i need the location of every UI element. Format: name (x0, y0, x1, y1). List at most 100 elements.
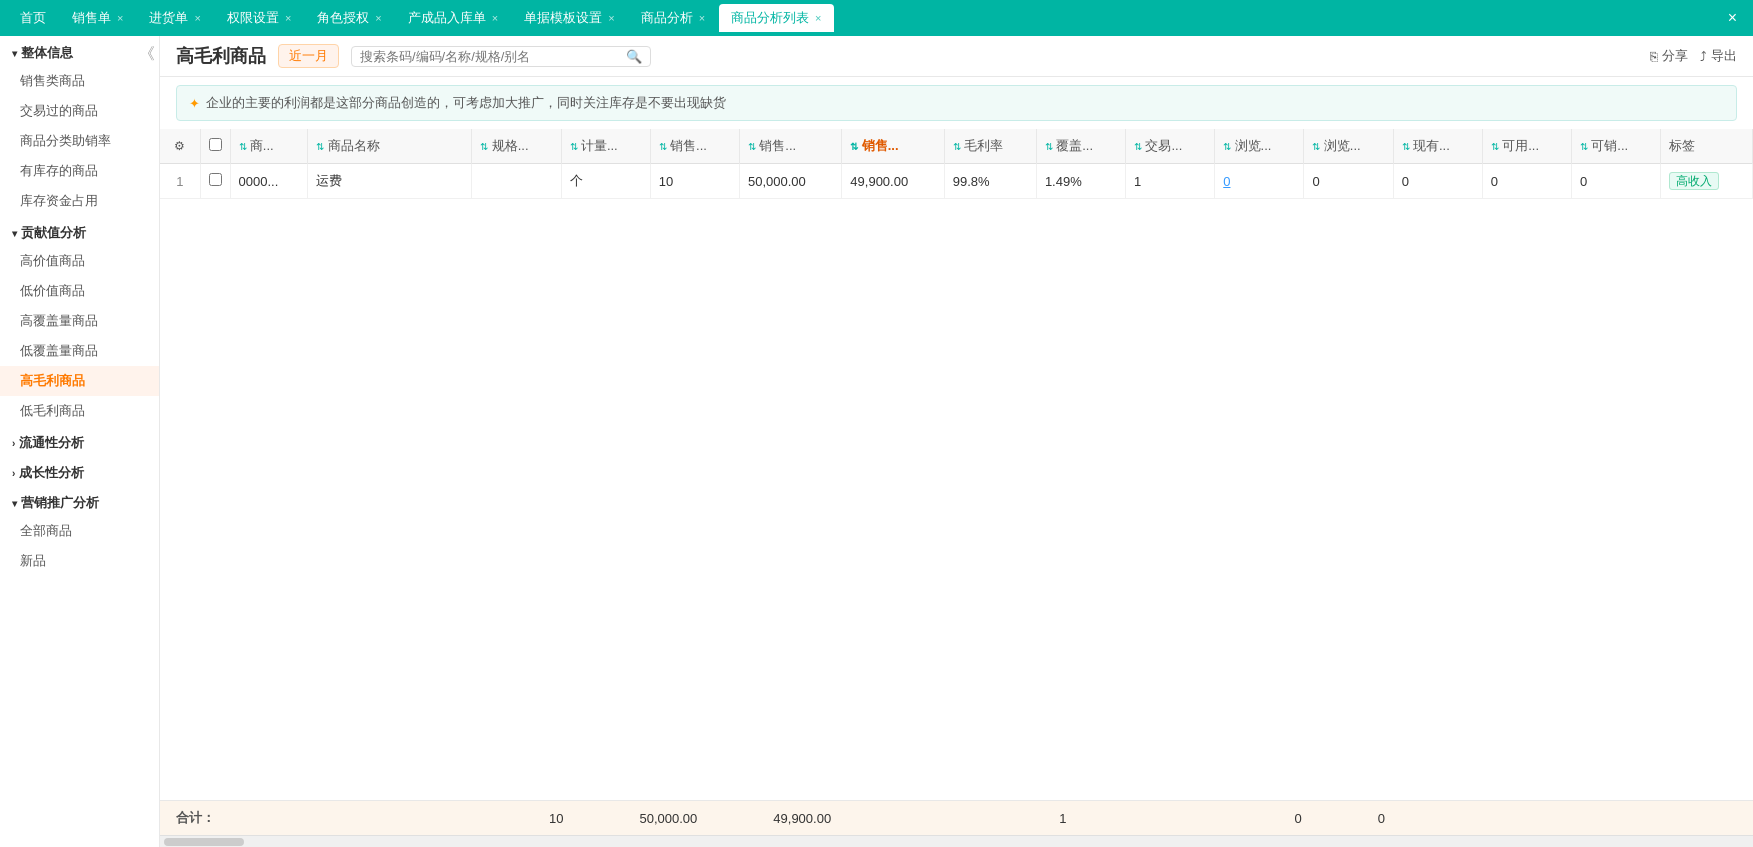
close-all-button[interactable]: × (1720, 9, 1745, 27)
row-view1[interactable]: 0 (1215, 164, 1304, 199)
sidebar: 《 ▾ 整体信息 销售类商品 交易过的商品 商品分类助销率 有库存的商品 库存资… (0, 36, 160, 847)
row-sales-amount: 50,000.00 (739, 164, 841, 199)
tab-permissions[interactable]: 权限设置 × (215, 4, 303, 32)
th-sellable[interactable]: ⇅ 可销... (1572, 129, 1661, 164)
th-gross-margin[interactable]: ⇅ 毛利率 (944, 129, 1036, 164)
tab-product-inbound[interactable]: 产成品入库单 × (396, 4, 510, 32)
sort-icon: ⇅ (1491, 141, 1499, 152)
tab-home[interactable]: 首页 (8, 4, 58, 32)
sidebar-item-low-margin[interactable]: 低毛利商品 (0, 396, 159, 426)
th-spec[interactable]: ⇅ 规格... (472, 129, 561, 164)
chevron-down-icon: ▾ (12, 498, 17, 509)
sidebar-item-low-value[interactable]: 低价值商品 (0, 276, 159, 306)
sidebar-group-overall[interactable]: ▾ 整体信息 (0, 36, 159, 66)
row-current-stock: 0 (1393, 164, 1482, 199)
sidebar-item-new-goods[interactable]: 新品 (0, 546, 159, 576)
tab-product-analysis-list[interactable]: 商品分析列表 × (719, 4, 833, 32)
th-unit[interactable]: ⇅ 计量... (561, 129, 650, 164)
sidebar-item-in-stock-goods[interactable]: 有库存的商品 (0, 156, 159, 186)
table-header-row: ⚙ ⇅ 商... ⇅ 商品名称 ⇅ 规格... ⇅ 计量... ⇅ 销售... … (160, 129, 1753, 164)
header-actions: ⎘ 分享 ⤴ 导出 (1650, 47, 1737, 65)
close-icon[interactable]: × (117, 12, 123, 24)
horizontal-scrollbar[interactable] (160, 835, 1753, 847)
sidebar-collapse-button[interactable]: 《 (139, 44, 155, 65)
sort-icon: ⇅ (659, 141, 667, 152)
th-name[interactable]: ⇅ 商品名称 (308, 129, 472, 164)
row-name: 运费 (308, 164, 472, 199)
share-button[interactable]: ⎘ 分享 (1650, 47, 1688, 65)
share-icon: ⎘ (1650, 49, 1658, 64)
row-checkbox-cell (200, 164, 230, 199)
row-coverage: 1.49% (1036, 164, 1125, 199)
close-icon[interactable]: × (815, 12, 821, 24)
tab-template-settings[interactable]: 单据模板设置 × (512, 4, 626, 32)
content-area: 高毛利商品 近一月 🔍 ⎘ 分享 ⤴ 导出 ✦ 企业的主要的利润都是这部分商品创… (160, 36, 1753, 847)
sidebar-item-category-assist[interactable]: 商品分类助销率 (0, 126, 159, 156)
footer-trade: 1 (1029, 811, 1096, 826)
sort-icon: ⇅ (1312, 141, 1320, 152)
sidebar-group-growth[interactable]: › 成长性分析 (0, 456, 159, 486)
th-view1[interactable]: ⇅ 浏览... (1215, 129, 1304, 164)
th-sales-profit[interactable]: ⇅ 销售... (842, 129, 944, 164)
tag-badge: 高收入 (1669, 172, 1719, 190)
th-sales-amount[interactable]: ⇅ 销售... (739, 129, 841, 164)
search-box: 🔍 (351, 46, 651, 67)
th-checkbox (200, 129, 230, 164)
filter-period-button[interactable]: 近一月 (278, 44, 339, 68)
select-all-checkbox[interactable] (209, 138, 222, 151)
close-icon[interactable]: × (194, 12, 200, 24)
th-coverage[interactable]: ⇅ 覆盖... (1036, 129, 1125, 164)
search-input[interactable] (360, 49, 622, 64)
th-code[interactable]: ⇅ 商... (230, 129, 308, 164)
sort-icon: ⇅ (1402, 141, 1410, 152)
th-settings[interactable]: ⚙ (160, 129, 200, 164)
sidebar-group-liquidity[interactable]: › 流通性分析 (0, 426, 159, 456)
sidebar-item-all-goods[interactable]: 全部商品 (0, 516, 159, 546)
close-icon[interactable]: × (375, 12, 381, 24)
tab-sales-order[interactable]: 销售单 × (60, 4, 135, 32)
row-checkbox[interactable] (209, 173, 222, 186)
sidebar-group-contribution[interactable]: ▾ 贡献值分析 (0, 216, 159, 246)
th-available[interactable]: ⇅ 可用... (1482, 129, 1571, 164)
th-view2[interactable]: ⇅ 浏览... (1304, 129, 1393, 164)
sidebar-item-high-value[interactable]: 高价值商品 (0, 246, 159, 276)
sort-icon: ⇅ (1134, 141, 1142, 152)
tab-purchase-order[interactable]: 进货单 × (137, 4, 212, 32)
th-current-stock[interactable]: ⇅ 现有... (1393, 129, 1482, 164)
sidebar-item-traded-goods[interactable]: 交易过的商品 (0, 96, 159, 126)
close-icon[interactable]: × (492, 12, 498, 24)
sort-icon: ⇅ (850, 141, 858, 152)
info-banner: ✦ 企业的主要的利润都是这部分商品创造的，可考虑加大推广，同时关注库存是不要出现… (176, 85, 1737, 121)
close-icon[interactable]: × (699, 12, 705, 24)
sidebar-item-sales-goods[interactable]: 销售类商品 (0, 66, 159, 96)
row-sales-profit: 49,900.00 (842, 164, 944, 199)
footer-sales-amount: 50,000.00 (609, 811, 727, 826)
sidebar-item-high-coverage[interactable]: 高覆盖量商品 (0, 306, 159, 336)
close-icon[interactable]: × (608, 12, 614, 24)
sort-icon: ⇅ (1045, 141, 1053, 152)
search-icon[interactable]: 🔍 (626, 49, 642, 64)
tab-role-auth[interactable]: 角色授权 × (305, 4, 393, 32)
sidebar-item-high-margin[interactable]: 高毛利商品 (0, 366, 159, 396)
sidebar-item-low-coverage[interactable]: 低覆盖量商品 (0, 336, 159, 366)
footer-available: 0 (1348, 811, 1415, 826)
tab-product-analysis[interactable]: 商品分析 × (629, 4, 717, 32)
export-icon: ⤴ (1700, 49, 1707, 64)
chevron-right-icon: › (12, 438, 15, 449)
th-tag[interactable]: 标签 (1661, 129, 1753, 164)
chevron-right-icon: › (12, 468, 15, 479)
th-sales-qty[interactable]: ⇅ 销售... (650, 129, 739, 164)
sort-icon: ⇅ (316, 141, 324, 152)
sidebar-group-marketing[interactable]: ▾ 营销推广分析 (0, 486, 159, 516)
th-trade[interactable]: ⇅ 交易... (1126, 129, 1215, 164)
data-table-wrapper: ⚙ ⇅ 商... ⇅ 商品名称 ⇅ 规格... ⇅ 计量... ⇅ 销售... … (160, 129, 1753, 800)
close-icon[interactable]: × (285, 12, 291, 24)
sort-icon: ⇅ (1223, 141, 1231, 152)
scrollbar-thumb[interactable] (164, 838, 244, 846)
sidebar-item-inventory-capital[interactable]: 库存资金占用 (0, 186, 159, 216)
row-num: 1 (160, 164, 200, 199)
sort-icon: ⇅ (570, 141, 578, 152)
export-button[interactable]: ⤴ 导出 (1700, 47, 1737, 65)
footer-sales-qty: 10 (519, 811, 593, 826)
table-row: 1 0000... 运费 个 10 50,000.00 49,900.00 99… (160, 164, 1753, 199)
